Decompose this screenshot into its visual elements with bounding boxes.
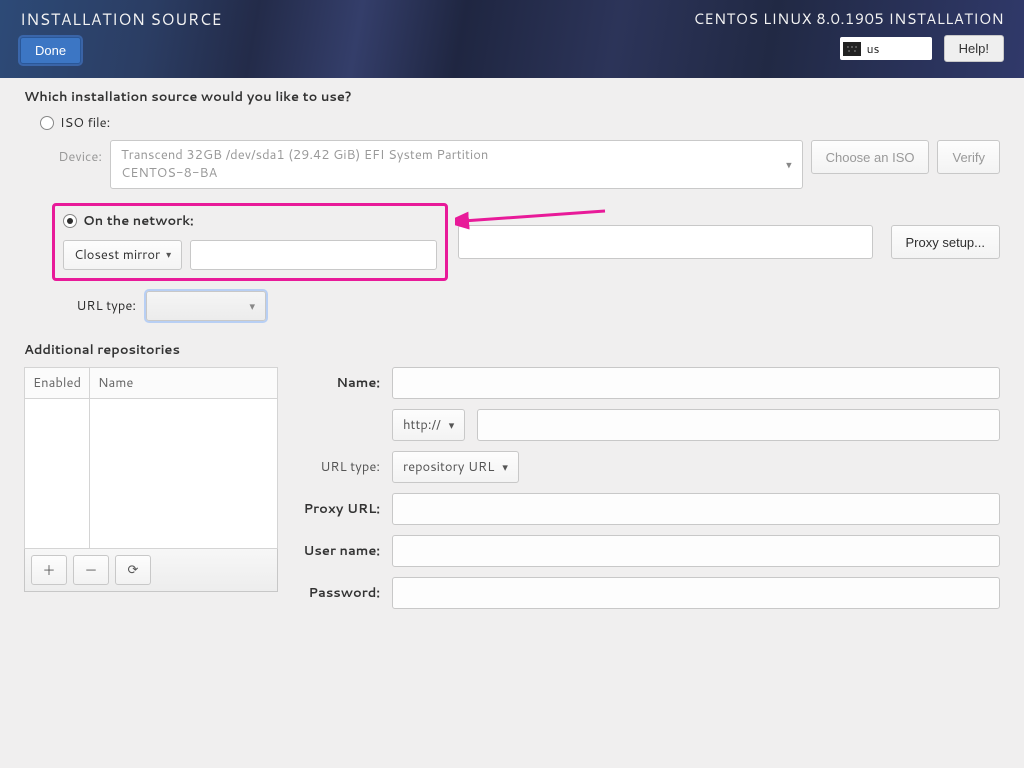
content: Which installation source would you like…: [0, 78, 1024, 629]
repo-pass-label: Password:: [302, 584, 380, 602]
repo-name-input[interactable]: [392, 367, 1000, 399]
repo-user-label: User name:: [302, 542, 380, 560]
repo-pass-input[interactable]: [392, 577, 1000, 609]
device-select[interactable]: Transcend 32GB /dev/sda1 (29.42 GiB) EFI…: [110, 140, 803, 189]
refresh-repo-button[interactable]: ⟳: [115, 555, 151, 585]
url-type-dropdown[interactable]: [146, 291, 266, 321]
keyboard-layout: us: [867, 40, 880, 57]
repo-table-wrap: Enabled Name ＋ － ⟳: [24, 367, 278, 592]
iso-radio-row[interactable]: ISO file:: [24, 114, 1000, 132]
repo-name-row: Name:: [302, 367, 1000, 399]
iso-label: ISO file:: [60, 114, 110, 132]
choose-iso-button[interactable]: Choose an ISO: [811, 140, 930, 174]
help-button[interactable]: Help!: [944, 35, 1004, 62]
repo-user-row: User name:: [302, 535, 1000, 567]
remove-repo-button[interactable]: －: [73, 555, 109, 585]
repo-proxy-label: Proxy URL:: [302, 500, 380, 518]
repo-proxy-input[interactable]: [392, 493, 1000, 525]
col-name[interactable]: Name: [90, 368, 278, 399]
chevron-down-icon: ▾: [166, 248, 171, 262]
network-url-input[interactable]: [458, 225, 873, 259]
additional-repos-heading: Additional repositories: [24, 341, 1000, 359]
device-label: Device:: [52, 140, 102, 166]
network-label: On the network:: [83, 212, 194, 230]
repo-user-input[interactable]: [392, 535, 1000, 567]
table-buttons: ＋ － ⟳: [24, 549, 278, 592]
prompt: Which installation source would you like…: [24, 88, 1000, 106]
radio-network[interactable]: [63, 214, 77, 228]
header-left: INSTALLATION SOURCE Done: [20, 8, 222, 78]
verify-button[interactable]: Verify: [937, 140, 1000, 174]
repo-pass-row: Password:: [302, 577, 1000, 609]
keyboard-indicator[interactable]: us: [840, 37, 932, 60]
plus-icon: ＋: [42, 560, 55, 580]
chevron-down-icon: ▾: [502, 459, 508, 475]
chevron-down-icon: ▾: [449, 417, 455, 433]
mirror-label: Closest mirror: [74, 246, 160, 264]
network-radio-row[interactable]: On the network:: [63, 212, 437, 230]
network-highlight: On the network: Closest mirror ▾: [52, 203, 448, 281]
repo-urltype-label: URL type:: [302, 458, 380, 476]
repo-url-row: http:// ▾: [302, 409, 1000, 441]
install-title: CENTOS LINUX 8.0.1905 INSTALLATION: [693, 8, 1004, 29]
done-button[interactable]: Done: [20, 37, 81, 64]
repo-urltype-dropdown[interactable]: repository URL ▾: [392, 451, 519, 483]
repo-table[interactable]: Enabled Name: [24, 367, 278, 549]
repos-section: Enabled Name ＋ － ⟳ Name: http:// ▾: [24, 367, 1000, 619]
device-line1: Transcend 32GB /dev/sda1 (29.42 GiB) EFI…: [121, 147, 774, 165]
chevron-down-icon: ▾: [786, 157, 792, 172]
page-title: INSTALLATION SOURCE: [20, 8, 222, 31]
url-type-label: URL type:: [76, 297, 136, 315]
repo-url-input[interactable]: [477, 409, 1000, 441]
repo-urltype-row: URL type: repository URL ▾: [302, 451, 1000, 483]
repo-urltype-value: repository URL: [403, 458, 494, 476]
network-row: On the network: Closest mirror ▾ Proxy s…: [40, 203, 1000, 281]
repo-form: Name: http:// ▾ URL type: repository URL…: [302, 367, 1000, 619]
repo-proto-dropdown[interactable]: http:// ▾: [392, 409, 465, 441]
radio-iso[interactable]: [40, 116, 54, 130]
refresh-icon: ⟳: [128, 561, 139, 579]
minus-icon: －: [84, 560, 97, 580]
keyboard-icon: [843, 42, 861, 56]
mirror-dropdown[interactable]: Closest mirror ▾: [63, 240, 182, 270]
url-type-row: URL type:: [76, 291, 1000, 321]
network-url-input-left[interactable]: [190, 240, 437, 270]
add-repo-button[interactable]: ＋: [31, 555, 67, 585]
repo-proto-label: http://: [403, 416, 441, 434]
device-line2: CENTOS-8-BA: [121, 165, 774, 183]
header-right-row: us Help!: [840, 35, 1004, 62]
header-right: CENTOS LINUX 8.0.1905 INSTALLATION us He…: [693, 8, 1004, 78]
proxy-setup-button[interactable]: Proxy setup...: [891, 225, 1000, 259]
repo-proxy-row: Proxy URL:: [302, 493, 1000, 525]
col-enabled[interactable]: Enabled: [25, 368, 90, 399]
header-bar: INSTALLATION SOURCE Done CENTOS LINUX 8.…: [0, 0, 1024, 78]
table-row: [25, 399, 278, 549]
device-row: Device: Transcend 32GB /dev/sda1 (29.42 …: [52, 140, 1000, 189]
repo-name-label: Name:: [302, 374, 380, 392]
network-controls: Closest mirror ▾: [63, 240, 437, 270]
